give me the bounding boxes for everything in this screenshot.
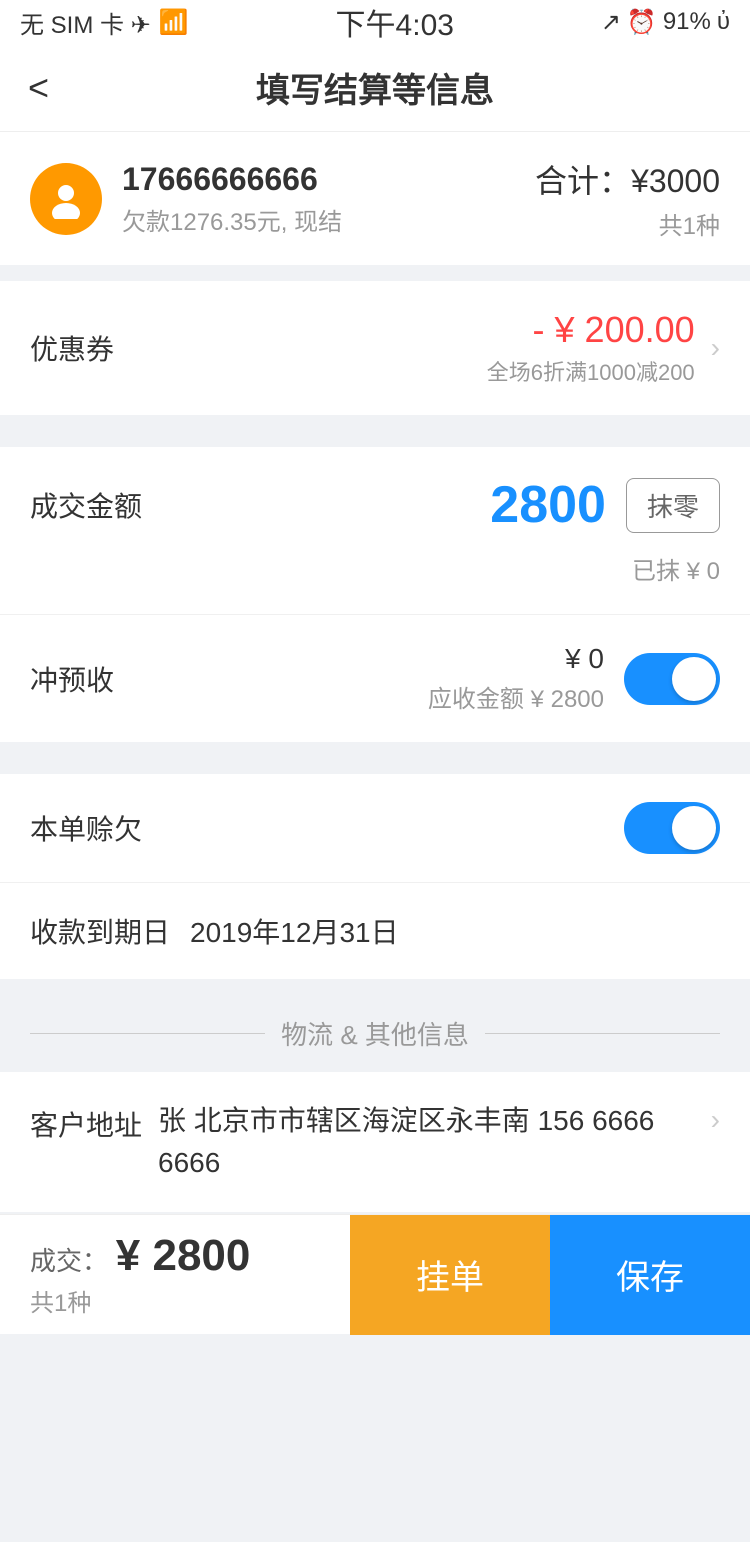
- battery-text: 91%: [663, 8, 711, 36]
- amount-section: 成交金额 2800 抹零 已抹 ¥ 0: [0, 447, 750, 614]
- sim-signal: 无 SIM 卡 ✈: [20, 5, 151, 40]
- wifi-icon: 📶: [159, 8, 189, 37]
- customer-subtext: 欠款1276.35元, 现结: [122, 202, 342, 237]
- section-divider-2: [0, 742, 750, 758]
- total-label: 合计：: [535, 163, 631, 199]
- nav-title: 填写结算等信息: [256, 63, 494, 112]
- due-label: 收款到期日: [30, 911, 170, 951]
- total-count: 共1种: [535, 206, 720, 241]
- customer-right: 合计：¥3000 共1种: [535, 156, 720, 241]
- prepay-values: ¥ 0 应收金额 ¥ 2800: [428, 643, 604, 714]
- status-bar: 无 SIM 卡 ✈ 📶 下午4:03 ↗ ⏰ 91% ὐ‌‌: [0, 0, 750, 44]
- amount-right: 2800 抹零: [490, 475, 720, 535]
- status-time: 下午4:03: [336, 0, 454, 44]
- section-divider-1: [0, 431, 750, 447]
- prepay-right: ¥ 0 应收金额 ¥ 2800: [428, 643, 720, 714]
- amount-subtext: 已抹 ¥ 0: [632, 558, 720, 585]
- address-chevron-icon: ›: [711, 1104, 720, 1136]
- logistics-label: 物流 & 其他信息: [281, 1015, 469, 1052]
- address-value: 张 北京市市辖区海淀区永丰南 156 6666 6666: [158, 1100, 695, 1184]
- debt-toggle[interactable]: [624, 802, 720, 854]
- logistics-divider: 物流 & 其他信息: [0, 995, 750, 1072]
- address-section[interactable]: 客户地址 张 北京市市辖区海淀区永丰南 156 6666 6666 ›: [0, 1072, 750, 1212]
- customer-card: 17666666666 欠款1276.35元, 现结 合计：¥3000 共1种: [0, 132, 750, 265]
- bottom-count: 共1种: [30, 1283, 320, 1318]
- amount-value: 2800: [490, 475, 606, 535]
- bottom-bar: 成交： ¥ 2800 共1种 挂单 保存: [0, 1214, 750, 1334]
- round-button[interactable]: 抹零: [626, 478, 720, 533]
- total-value: ¥3000: [631, 163, 720, 199]
- logistics-divider-inner: 物流 & 其他信息: [0, 1015, 750, 1052]
- coupon-label: 优惠券: [30, 328, 114, 368]
- customer-info: 17666666666 欠款1276.35元, 现结: [122, 161, 342, 237]
- nav-bar: < 填写结算等信息: [0, 44, 750, 132]
- bottom-amount: ¥ 2800: [116, 1231, 251, 1280]
- bottom-label: 成交：: [30, 1246, 108, 1276]
- bottom-left: 成交： ¥ 2800 共1种: [0, 1231, 350, 1318]
- amount-sub-row: 已抹 ¥ 0: [30, 551, 720, 586]
- due-date-section: 收款到期日 2019年12月31日: [0, 882, 750, 979]
- debt-section: 本单赊欠: [0, 774, 750, 882]
- amount-row: 成交金额 2800 抹零: [30, 475, 720, 535]
- coupon-row[interactable]: 优惠券 - ¥ 200.00 全场6折满1000减200 ›: [0, 281, 750, 415]
- avatar: [30, 163, 102, 235]
- amount-label: 成交金额: [30, 485, 142, 525]
- coupon-desc: 全场6折满1000减200: [487, 355, 695, 387]
- coupon-right-wrap: - ¥ 200.00 全场6折满1000减200: [487, 309, 695, 387]
- hang-button[interactable]: 挂单: [350, 1215, 550, 1335]
- coupon-right: - ¥ 200.00 全场6折满1000减200 ›: [487, 309, 720, 387]
- customer-left: 17666666666 欠款1276.35元, 现结: [30, 161, 342, 237]
- coupon-amount: - ¥ 200.00: [487, 309, 695, 351]
- divider-line-left: [30, 1033, 265, 1034]
- battery-icon: ὐ‌‌: [717, 8, 730, 36]
- prepay-subtext: 应收金额 ¥ 2800: [428, 679, 604, 714]
- status-right: ↗ ⏰ 91% ὐ‌‌: [601, 8, 730, 37]
- status-left: 无 SIM 卡 ✈ 📶: [20, 5, 189, 40]
- alarm-icon: ⏰: [627, 8, 657, 37]
- prepay-label: 冲预收: [30, 659, 114, 699]
- debt-label: 本单赊欠: [30, 808, 142, 848]
- customer-phone: 17666666666: [122, 161, 342, 198]
- location-icon: ↗: [601, 8, 621, 37]
- address-label: 客户地址: [30, 1104, 142, 1144]
- save-button[interactable]: 保存: [550, 1215, 750, 1335]
- due-value: 2019年12月31日: [190, 911, 399, 951]
- prepay-amount: ¥ 0: [428, 643, 604, 675]
- divider-line-right: [485, 1033, 720, 1034]
- back-button[interactable]: <: [28, 67, 49, 109]
- coupon-chevron-icon: ›: [711, 332, 720, 364]
- bottom-transaction-label: 成交： ¥ 2800: [30, 1231, 320, 1281]
- prepay-row: 冲预收 ¥ 0 应收金额 ¥ 2800: [0, 614, 750, 742]
- prepay-toggle[interactable]: [624, 653, 720, 705]
- total-amount: 合计：¥3000: [535, 156, 720, 202]
